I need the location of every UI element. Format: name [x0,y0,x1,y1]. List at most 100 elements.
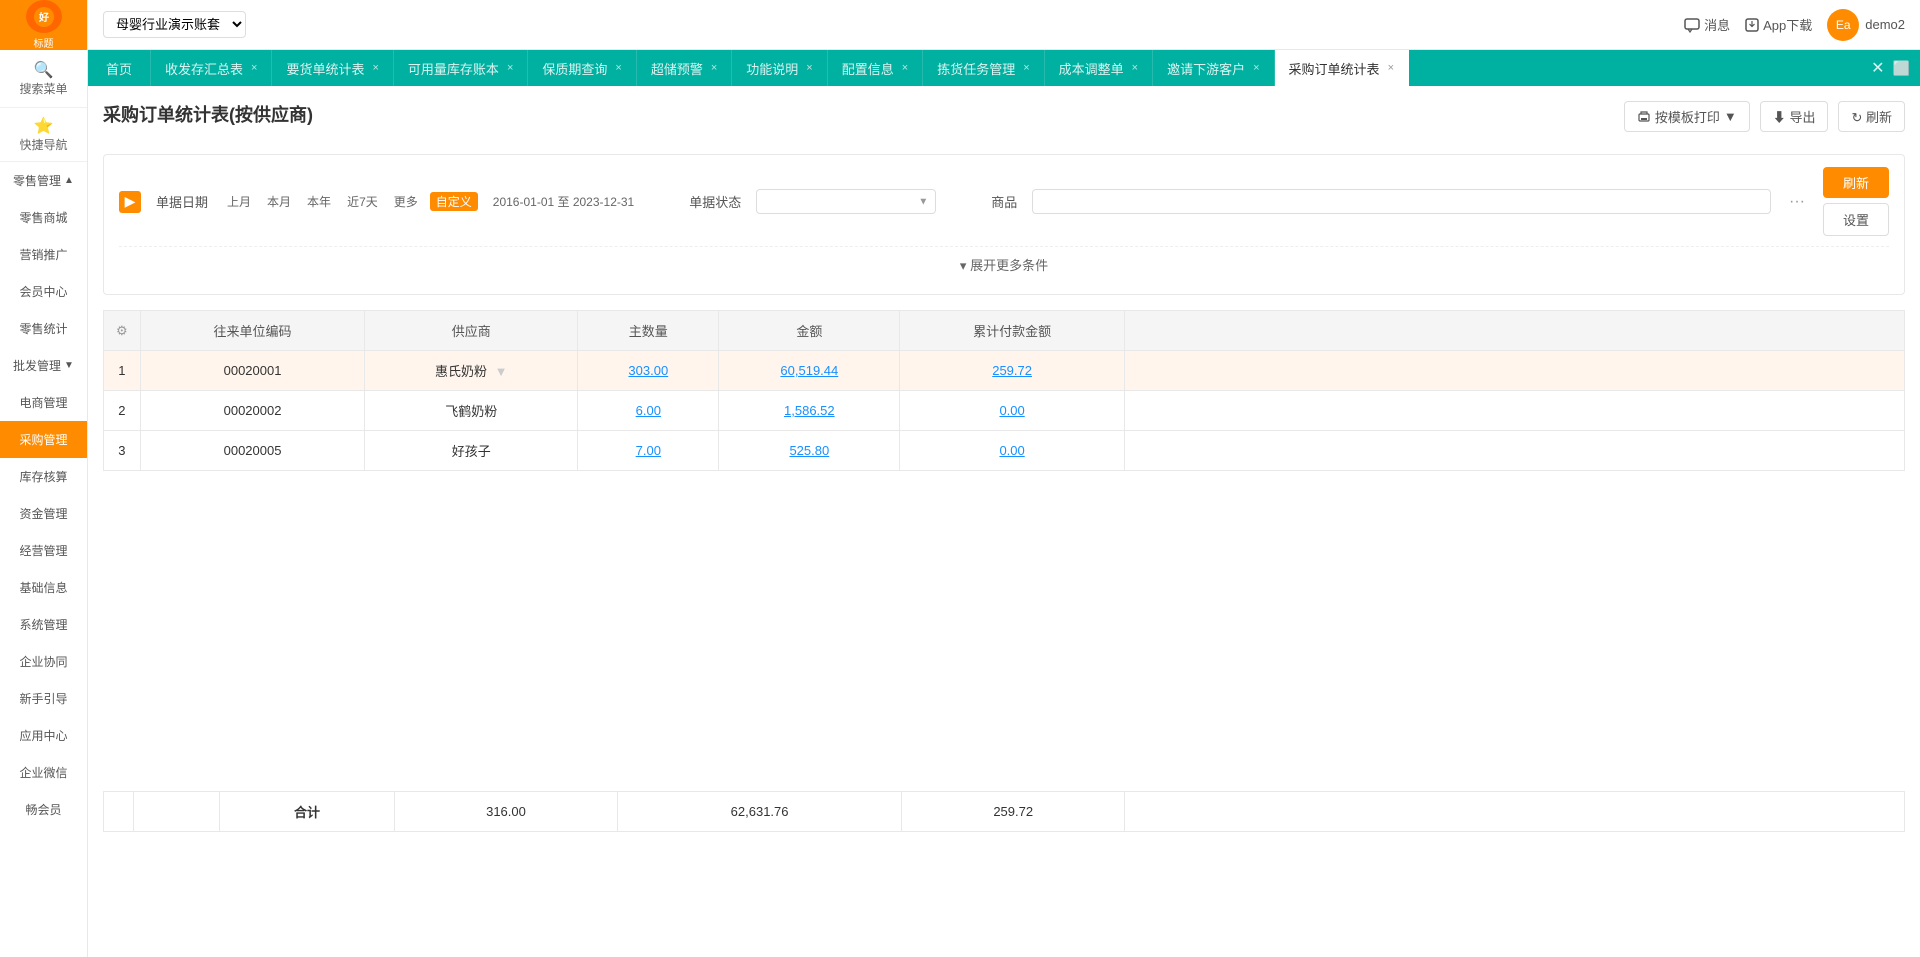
tab-order-stat[interactable]: 要货单统计表 × [272,50,393,86]
sidebar-item-quicknav[interactable]: ⭐ 快捷导航 [0,108,87,162]
sidebar-item-operations[interactable]: 经营管理 [0,532,87,569]
app-logo: 好 标题 [0,0,87,50]
tab-config-close[interactable]: × [902,62,908,74]
sidebar-item-wholesale[interactable]: 批发管理 ▼ [0,347,87,384]
tab-purchasestat-close[interactable]: × [1388,62,1394,74]
sidebar-item-member2[interactable]: 畅会员 [0,791,87,828]
sidebar-item-guide[interactable]: 新手引导 [0,680,87,717]
tab-home[interactable]: 首页 [88,50,151,86]
table-row: 3 00020005 好孩子 7.00 525.80 0.00 [104,431,1905,471]
sidebar-retail-label: 零售管理 [13,172,61,189]
sidebar-item-basic-info[interactable]: 基础信息 [0,569,87,606]
goods-label: 商品 [991,192,1017,211]
tab-config[interactable]: 配置信息 × [828,50,923,86]
row2-code: 00020002 [140,391,365,431]
sidebar-wholesale-label: 批发管理 [13,357,61,374]
sidebar-item-finance[interactable]: 资金管理 [0,495,87,532]
col-amount: 金额 [719,311,900,351]
refresh-button[interactable]: ↻ 刷新 [1838,101,1905,132]
sidebar-stock-label: 库存核算 [19,468,67,485]
sidebar-item-search[interactable]: 🔍 搜索菜单 [0,50,87,108]
row2-qty: 6.00 [578,391,719,431]
tab-overstock[interactable]: 超储预警 × [637,50,732,86]
row2-amount: 1,586.52 [719,391,900,431]
sidebar-member-label: 会员中心 [19,283,67,300]
table-header-row: ⚙ 往来单位编码 供应商 主数量 金额 累计付款金额 [104,311,1905,351]
message-button[interactable]: 消息 [1684,15,1730,34]
page-actions: 按模板打印 ▼ ⬇ 导出 ↻ 刷新 [1624,101,1905,132]
tab-function[interactable]: 功能说明 × [732,50,827,86]
tab-validity-close[interactable]: × [615,62,621,74]
sidebar-item-purchase[interactable]: 采购管理 [0,421,87,458]
tab-function-close[interactable]: × [806,62,812,74]
sidebar-item-enterprise[interactable]: 企业协同 [0,643,87,680]
tab-overstock-label: 超储预警 [651,59,703,78]
filter-toggle-button[interactable]: ▶ [119,191,141,213]
tab-orderstat-label: 要货单统计表 [286,59,364,78]
setting-button[interactable]: 设置 [1823,203,1889,236]
tab-collect-close[interactable]: × [251,62,257,74]
workspace-selector[interactable]: 母婴行业演示账套 [103,11,246,38]
message-icon [1684,17,1700,33]
sidebar-item-retail-stats[interactable]: 零售统计 [0,310,87,347]
date-btn-7days[interactable]: 近7天 [343,192,382,211]
sidebar-item-wechat[interactable]: 企业微信 [0,754,87,791]
sidebar-wholesale-arrow: ▼ [64,360,74,371]
sidebar-enterprise-label: 企业协同 [19,653,67,670]
row1-empty [1125,351,1905,391]
row1-code: 00020001 [140,351,365,391]
goods-input[interactable] [1032,189,1771,214]
sidebar-item-member[interactable]: 会员中心 [0,273,87,310]
sidebar-item-retail-mgmt[interactable]: 零售管理 ▲ [0,162,87,199]
table-row: 1 00020001 惠氏奶粉 ▼ 303.00 60,519.44 259.7… [104,351,1905,391]
data-table: ⚙ 往来单位编码 供应商 主数量 金额 累计付款金额 1 00020001 惠氏… [103,310,1905,471]
tab-invite-close[interactable]: × [1253,62,1259,74]
footer-qty: 316.00 [395,792,618,832]
row3-paid: 0.00 [900,431,1125,471]
tab-stockledger-close[interactable]: × [507,62,513,74]
sidebar-quicknav-label: 快捷导航 [0,136,87,153]
tab-costadj-close[interactable]: × [1132,62,1138,74]
sidebar-item-system[interactable]: 系统管理 [0,606,87,643]
print-dropdown-icon[interactable]: ▼ [1724,109,1737,124]
date-btn-thisyear[interactable]: 本年 [303,192,335,211]
export-icon: ⬇ [1773,110,1786,125]
tab-config-label: 配置信息 [842,59,894,78]
more-filter-btn[interactable]: ··· [1786,191,1808,213]
date-btn-thismonth[interactable]: 本月 [263,192,295,211]
tab-cost-adj[interactable]: 成本调整单 × [1045,50,1153,86]
tab-picking-close[interactable]: × [1023,62,1029,74]
tab-collect[interactable]: 收发存汇总表 × [151,50,272,86]
sidebar-item-appcenter[interactable]: 应用中心 [0,717,87,754]
query-button[interactable]: 刷新 [1823,167,1889,198]
sidebar-retail-arrow: ▲ [64,175,74,186]
expand-more-button[interactable]: ▾ 展开更多条件 [119,246,1889,282]
sidebar-item-ecommerce[interactable]: 电商管理 [0,384,87,421]
print-button[interactable]: 按模板打印 ▼ [1624,101,1750,132]
date-btn-more[interactable]: 更多 [390,192,422,211]
tab-invite-label: 邀请下游客户 [1167,59,1245,78]
footer-code [134,792,220,832]
tab-purchase-stat[interactable]: 采购订单统计表 × [1275,50,1409,86]
table-row: 2 00020002 飞鹤奶粉 6.00 1,586.52 0.00 [104,391,1905,431]
sidebar-member2-label: 畅会员 [25,801,61,818]
gear-icon[interactable]: ⚙ [116,323,128,338]
tab-validity[interactable]: 保质期查询 × [528,50,636,86]
footer-table: 合计 316.00 62,631.76 259.72 [103,791,1905,832]
date-custom-badge[interactable]: 自定义 [430,192,478,211]
tab-picking[interactable]: 拣货任务管理 × [923,50,1044,86]
sidebar-item-marketing[interactable]: 营销推广 [0,236,87,273]
sidebar-item-stock[interactable]: 库存核算 [0,458,87,495]
footer-label: 合计 [219,792,394,832]
export-button[interactable]: ⬇ 导出 [1760,101,1829,132]
tab-maximize[interactable]: ⬜ [1893,60,1910,77]
tab-stock-ledger[interactable]: 可用量库存账本 × [394,50,528,86]
tab-close-all[interactable]: ✕ [1871,58,1884,78]
tab-overstock-close[interactable]: × [711,62,717,74]
app-download-button[interactable]: App下载 [1745,15,1812,34]
tab-orderstat-close[interactable]: × [372,62,378,74]
status-select[interactable] [756,189,936,214]
date-btn-lastmonth[interactable]: 上月 [223,192,255,211]
tab-invite[interactable]: 邀请下游客户 × [1153,50,1274,86]
sidebar-item-retail-shop[interactable]: 零售商城 [0,199,87,236]
